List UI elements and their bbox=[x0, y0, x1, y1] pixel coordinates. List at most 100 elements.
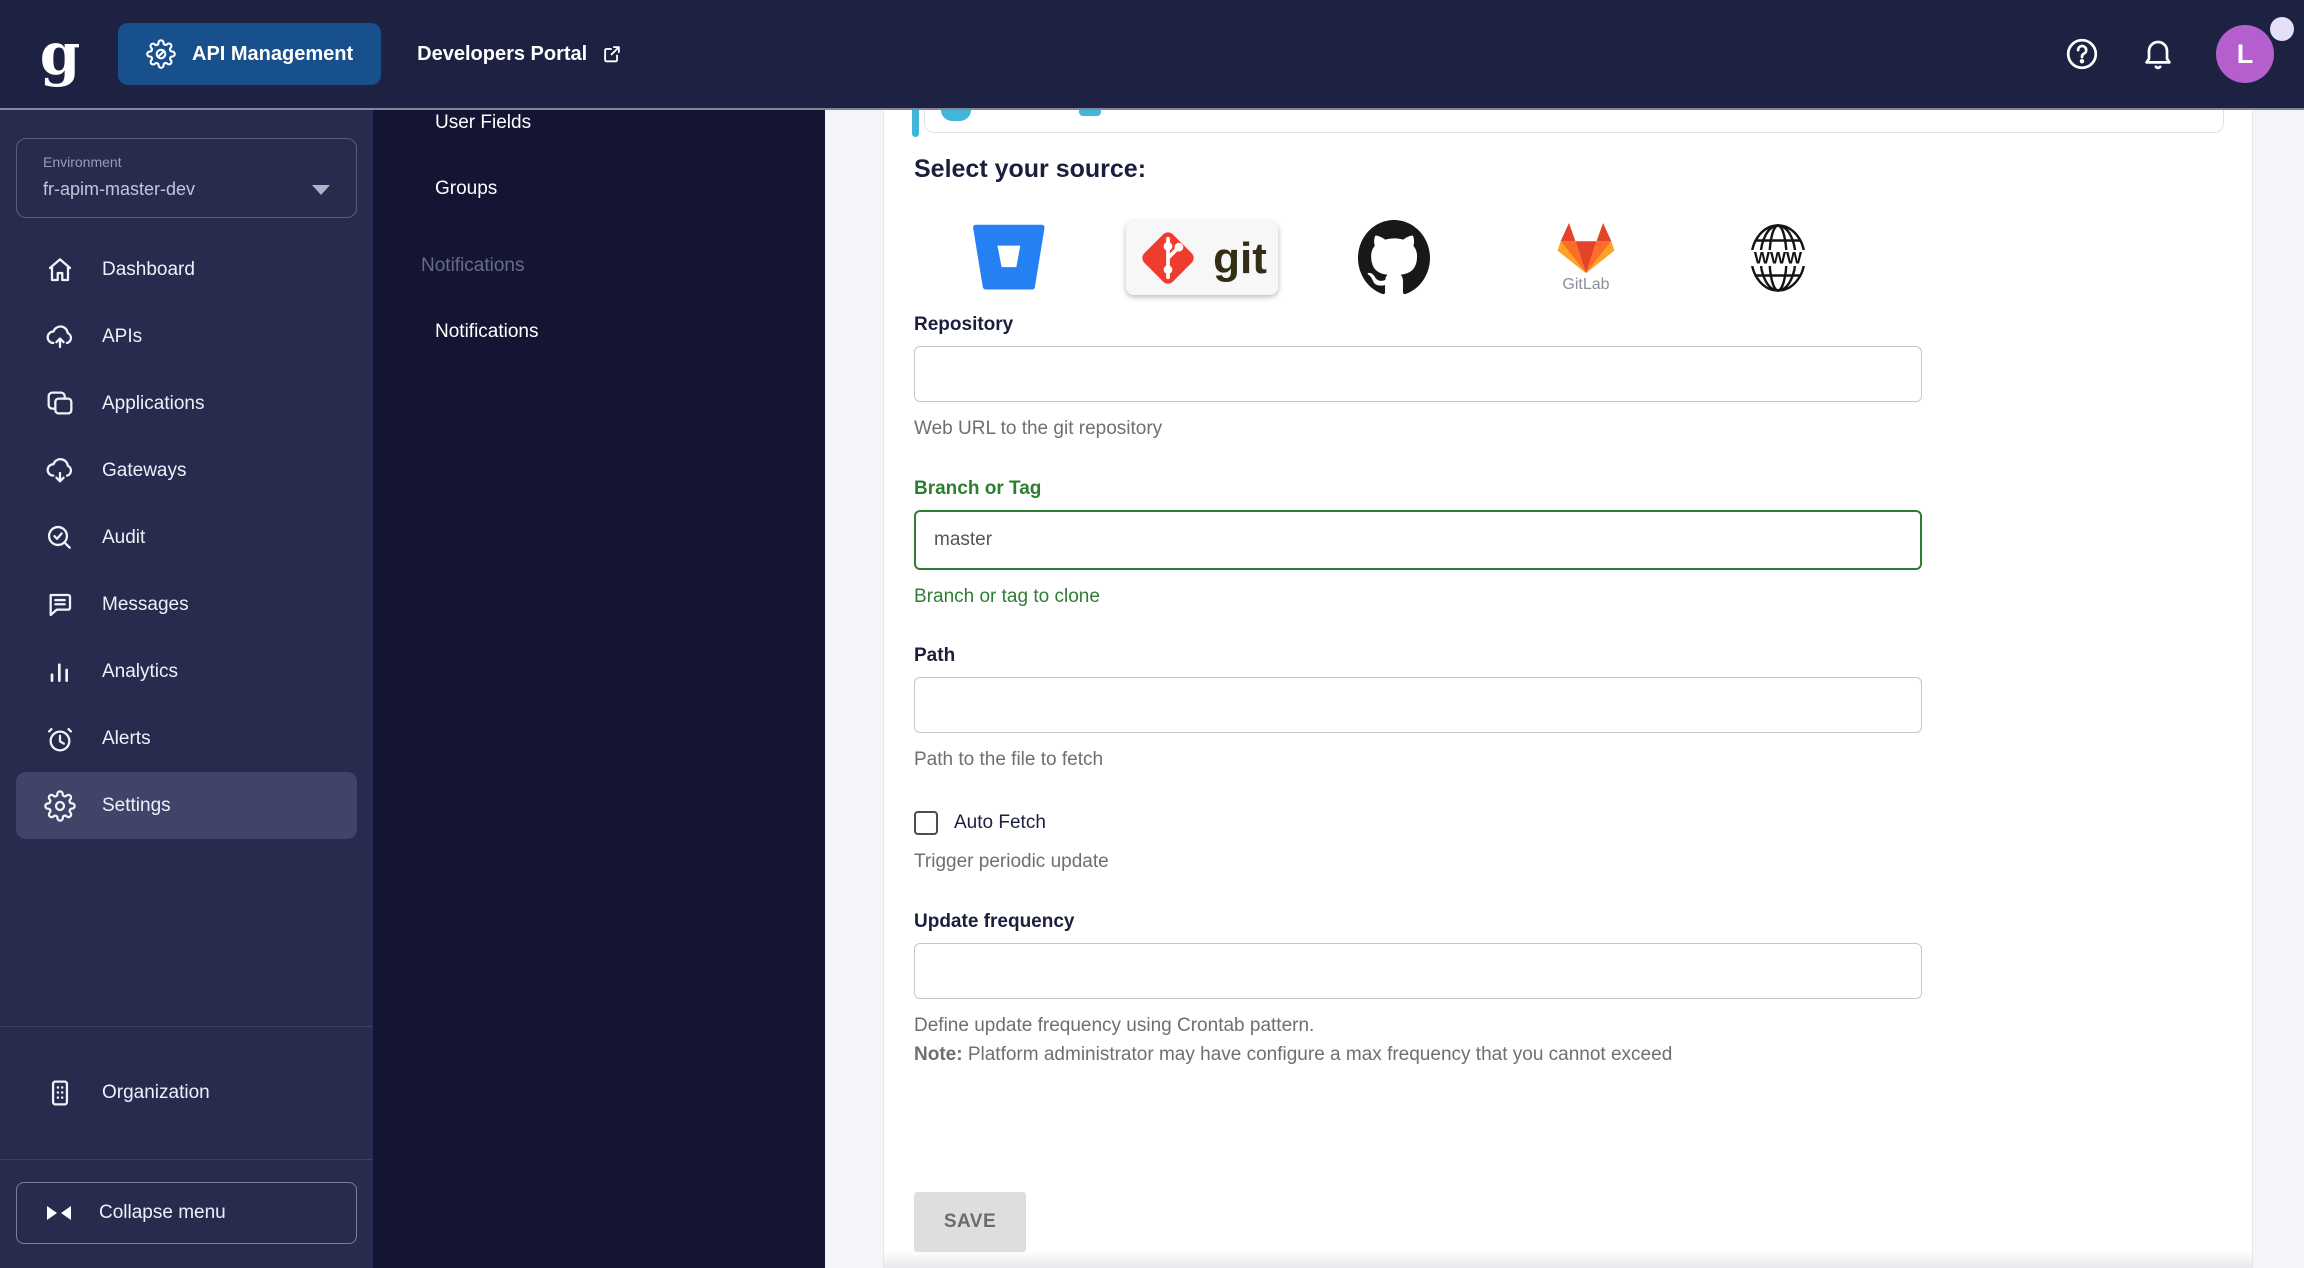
repository-input[interactable] bbox=[914, 346, 1922, 402]
applications-copy-icon bbox=[44, 388, 76, 420]
gitlab-caption: GitLab bbox=[1562, 276, 1610, 293]
source-bitbucket[interactable] bbox=[914, 223, 1106, 293]
sidebar-item-dashboard[interactable]: Dashboard bbox=[0, 236, 373, 303]
note-label: Note: bbox=[914, 1044, 963, 1066]
git-wordmark: git bbox=[1213, 234, 1267, 283]
path-hint: Path to the file to fetch bbox=[914, 749, 1104, 771]
sidebar-item-label: Applications bbox=[102, 392, 205, 414]
sidebar-divider bbox=[0, 1026, 373, 1027]
repository-hint: Web URL to the git repository bbox=[914, 418, 1163, 439]
sidebar-item-analytics[interactable]: Analytics bbox=[0, 638, 373, 705]
sidebar-item-label: Alerts bbox=[102, 727, 151, 749]
primary-nav: Dashboard APIs Applications Gateways Aud… bbox=[0, 236, 373, 839]
external-link-icon bbox=[601, 43, 623, 65]
bar-chart-icon bbox=[44, 656, 76, 688]
avatar-initial: L bbox=[2236, 38, 2254, 69]
content-card: Select your source: git GitLab WWW Repos… bbox=[883, 110, 2253, 1268]
sidebar-item-label: Gateways bbox=[102, 459, 187, 481]
sidebar-item-label: Settings bbox=[102, 794, 171, 816]
developers-portal-link[interactable]: Developers Portal bbox=[417, 43, 623, 66]
subnav-item-label: User Fields bbox=[435, 112, 532, 133]
subnav-item-label: Groups bbox=[435, 178, 498, 199]
collapse-menu-button[interactable]: Collapse menu bbox=[16, 1182, 357, 1244]
auto-fetch-checkbox[interactable] bbox=[914, 810, 938, 835]
subnav-item-notifications[interactable]: Notifications bbox=[373, 299, 825, 365]
svg-text:WWW: WWW bbox=[1754, 249, 1803, 268]
toggle-tick bbox=[1079, 110, 1101, 116]
gear-icon bbox=[44, 789, 76, 822]
avatar-status-dot bbox=[2270, 17, 2294, 41]
sidebar-item-label: Analytics bbox=[102, 660, 179, 682]
subnav-item-groups[interactable]: Groups bbox=[373, 156, 825, 222]
save-button[interactable]: SAVE bbox=[914, 1192, 1026, 1252]
branch-label: Branch or Tag bbox=[914, 477, 1042, 499]
update-frequency-note: Note: Platform administrator may have co… bbox=[914, 1042, 1924, 1068]
auto-fetch-toggle[interactable]: Auto Fetch bbox=[914, 810, 2252, 835]
cloud-upload-icon bbox=[44, 321, 76, 353]
note-text: Platform administrator may have configur… bbox=[962, 1044, 1673, 1066]
auto-fetch-hint: Trigger periodic update bbox=[914, 850, 1109, 872]
notifications-bell-button[interactable] bbox=[2140, 36, 2176, 72]
path-field: Path Path to the file to fetch bbox=[914, 645, 2252, 773]
sidebar-item-gateways[interactable]: Gateways bbox=[0, 437, 373, 504]
path-label: Path bbox=[914, 645, 956, 667]
cloud-download-icon bbox=[44, 455, 76, 487]
sidebar-item-label: Dashboard bbox=[102, 258, 195, 280]
branch-input[interactable] bbox=[914, 509, 1922, 570]
bitbucket-icon bbox=[972, 223, 1048, 293]
branch-hint: Branch or tag to clone bbox=[914, 585, 1100, 607]
api-management-button[interactable]: API Management bbox=[118, 23, 382, 85]
github-octocat-icon bbox=[1358, 220, 1430, 296]
collapse-arrows-icon bbox=[45, 1205, 73, 1221]
help-button[interactable] bbox=[2064, 36, 2100, 72]
update-frequency-field: Update frequency Define update frequency… bbox=[914, 911, 2252, 1068]
update-frequency-hint: Define update frequency using Crontab pa… bbox=[914, 1014, 1315, 1036]
subnav-section-notifications: Notifications bbox=[421, 255, 525, 276]
audit-search-check-icon bbox=[44, 522, 76, 554]
message-bubble-icon bbox=[44, 589, 76, 621]
primary-sidebar: Environment fr-apim-master-dev Dashboard… bbox=[0, 110, 373, 1268]
auto-fetch-label: Auto Fetch bbox=[954, 811, 1046, 833]
topbar-actions: L bbox=[2064, 17, 2294, 83]
topbar: g API Management Developers Portal L bbox=[0, 0, 2304, 110]
sidebar-divider bbox=[0, 1159, 373, 1160]
update-frequency-input[interactable] bbox=[914, 942, 1922, 999]
sidebar-item-label: Messages bbox=[102, 593, 189, 615]
page-title: Select your source: bbox=[914, 155, 1147, 183]
update-frequency-label: Update frequency bbox=[914, 910, 1075, 932]
developers-portal-label: Developers Portal bbox=[417, 42, 588, 65]
source-picker: git GitLab WWW bbox=[914, 210, 1884, 306]
sidebar-item-label: APIs bbox=[102, 325, 143, 347]
subnav-item-user-fields[interactable]: User Fields bbox=[373, 110, 825, 156]
environment-selector[interactable]: Environment fr-apim-master-dev bbox=[16, 138, 357, 218]
source-www[interactable]: WWW bbox=[1682, 221, 1874, 295]
source-github[interactable] bbox=[1298, 220, 1490, 296]
sidebar-item-label: Audit bbox=[102, 526, 146, 548]
home-icon bbox=[44, 254, 76, 286]
sidebar-item-messages[interactable]: Messages bbox=[0, 571, 373, 638]
chevron-down-icon bbox=[312, 184, 330, 195]
api-management-label: API Management bbox=[192, 42, 354, 65]
source-git[interactable]: git bbox=[1106, 221, 1298, 295]
sidebar-item-organization[interactable]: Organization bbox=[0, 1060, 373, 1126]
gitlab-tanuki-icon bbox=[1555, 222, 1617, 274]
repository-label: Repository bbox=[914, 314, 1014, 335]
environment-label: Environment bbox=[43, 154, 122, 170]
clipped-toggle-row[interactable] bbox=[912, 110, 2224, 137]
gravitee-logo[interactable]: g bbox=[30, 0, 90, 108]
repository-field: Repository Web URL to the git repository bbox=[914, 314, 2252, 442]
sidebar-item-alerts[interactable]: Alerts bbox=[0, 705, 373, 772]
path-input[interactable] bbox=[914, 677, 1922, 734]
sidebar-item-settings[interactable]: Settings bbox=[16, 772, 357, 839]
toggle-knob bbox=[941, 110, 971, 121]
sidebar-item-applications[interactable]: Applications bbox=[0, 370, 373, 437]
www-globe-icon: WWW bbox=[1743, 221, 1813, 295]
sidebar-item-audit[interactable]: Audit bbox=[0, 504, 373, 571]
user-avatar[interactable]: L bbox=[2216, 17, 2294, 83]
sidebar-item-apis[interactable]: APIs bbox=[0, 303, 373, 370]
organization-building-icon bbox=[44, 1077, 76, 1109]
source-gitlab[interactable]: GitLab bbox=[1490, 222, 1682, 294]
collapse-menu-label: Collapse menu bbox=[99, 1202, 226, 1223]
sidebar-item-label: Organization bbox=[102, 1082, 210, 1103]
settings-subnav: User Fields Groups Notifications Notific… bbox=[373, 110, 825, 1268]
